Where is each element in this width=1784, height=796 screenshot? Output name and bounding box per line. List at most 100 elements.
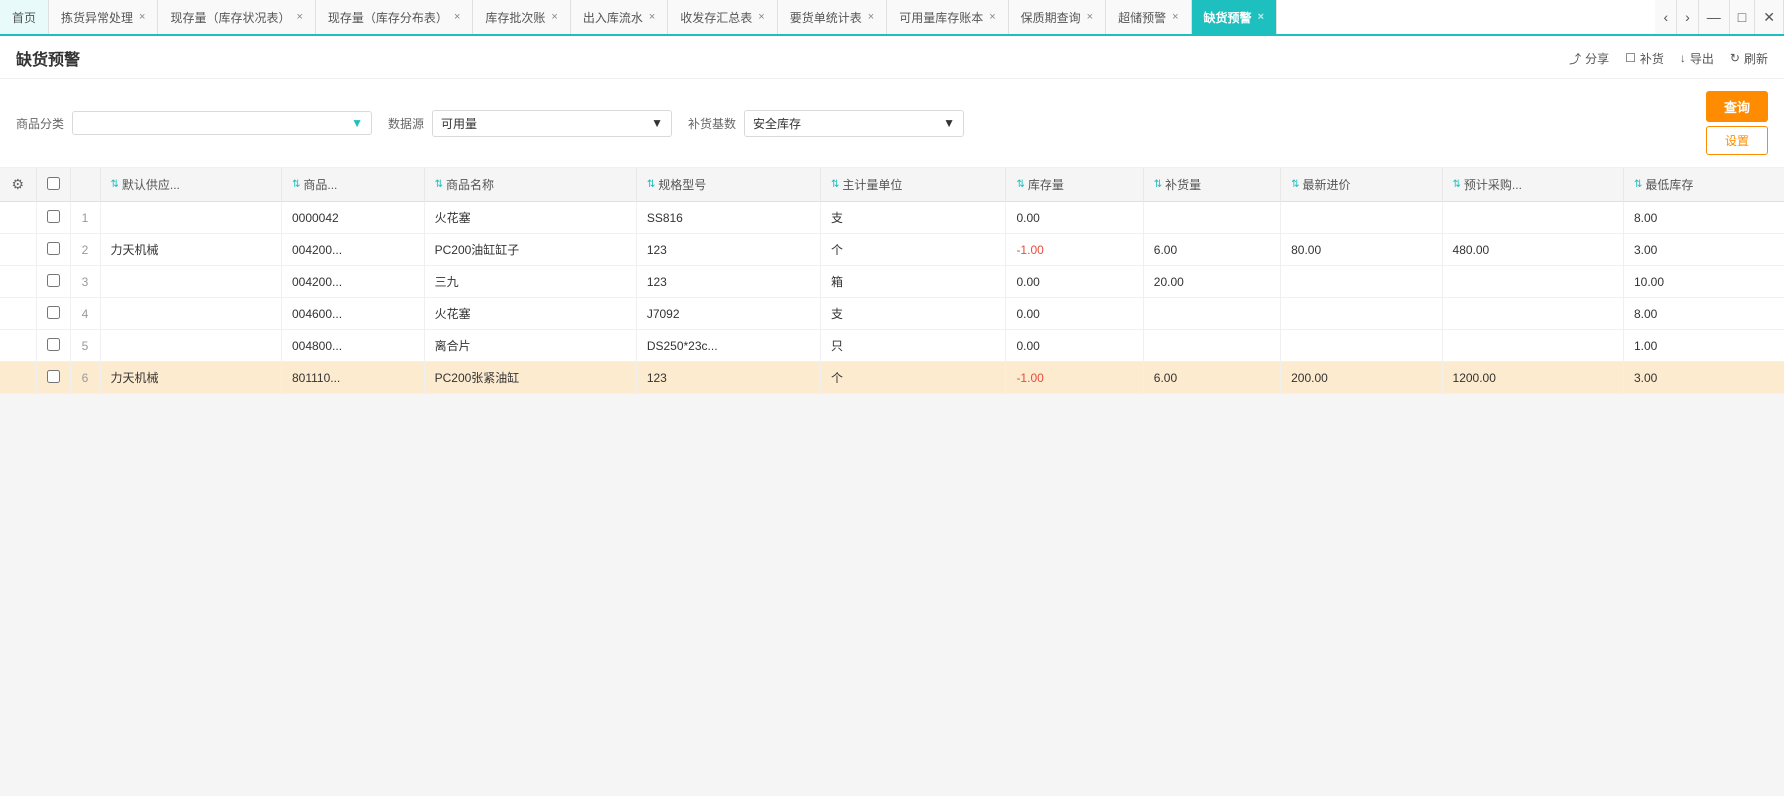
export-btn[interactable]: ↓ 导出	[1680, 50, 1714, 67]
row-product-name: 三九	[424, 266, 636, 298]
export-label: 导出	[1690, 50, 1714, 67]
row-default-supplier	[100, 202, 281, 234]
row-checkbox-cell[interactable]	[36, 298, 70, 330]
select-all-checkbox[interactable]	[47, 177, 60, 190]
tab-item-shortage[interactable]: 缺货预警×	[1192, 0, 1277, 34]
share-btn[interactable]: ⤴ 分享	[1569, 50, 1609, 67]
row-default-supplier	[100, 330, 281, 362]
settings-button[interactable]: 设置	[1706, 126, 1768, 155]
col-product-name[interactable]: ⇅ 商品名称	[424, 168, 636, 202]
tab-close-shortage[interactable]: ×	[1258, 11, 1264, 23]
datasource-select[interactable]: 可用量 ▼	[432, 110, 672, 137]
col-num	[70, 168, 100, 202]
row-est-purchase: 480.00	[1442, 234, 1623, 266]
tab-item-demand-stat[interactable]: 要货单统计表×	[778, 0, 887, 34]
category-arrow-icon: ▼	[351, 116, 363, 130]
refresh-btn[interactable]: ↻ 刷新	[1730, 50, 1768, 67]
row-checkbox[interactable]	[47, 242, 60, 255]
row-checkbox[interactable]	[47, 306, 60, 319]
row-product-name: PC200张紧油缸	[424, 362, 636, 394]
row-spec: 123	[636, 234, 820, 266]
row-gear-cell	[0, 234, 36, 266]
row-checkbox[interactable]	[47, 338, 60, 351]
row-latest-price: 200.00	[1281, 362, 1442, 394]
row-min-stock: 8.00	[1624, 298, 1784, 330]
col-default-supplier[interactable]: ⇅ 默认供应...	[100, 168, 281, 202]
minimize-btn[interactable]: —	[1699, 0, 1730, 34]
col-checkbox-all[interactable]	[36, 168, 70, 202]
sort-icon: ⇅	[831, 179, 839, 190]
tab-close-inout-flow[interactable]: ×	[649, 11, 655, 23]
row-checkbox-cell[interactable]	[36, 266, 70, 298]
row-unit: 只	[820, 330, 1006, 362]
col-stock-qty[interactable]: ⇅ 库存量	[1006, 168, 1143, 202]
replenish-base-value: 安全库存	[753, 115, 801, 132]
row-min-stock: 8.00	[1624, 202, 1784, 234]
row-unit: 个	[820, 234, 1006, 266]
tab-item-expiry-query[interactable]: 保质期查询×	[1009, 0, 1106, 34]
row-default-supplier: 力天机械	[100, 234, 281, 266]
row-checkbox[interactable]	[47, 370, 60, 383]
tab-item-receipt-summary[interactable]: 收发存汇总表×	[668, 0, 777, 34]
table-row: 6力天机械801110...PC200张紧油缸123个-1.006.00200.…	[0, 362, 1784, 394]
tab-close-abnormal[interactable]: ×	[139, 11, 145, 23]
tab-close-demand-stat[interactable]: ×	[868, 11, 874, 23]
page-content: 缺货预警 ⤴ 分享 ☐ 补货 ↓ 导出 ↻ 刷新 商品分类	[0, 36, 1784, 394]
tab-item-batch-account[interactable]: 库存批次账×	[473, 0, 570, 34]
row-spec: SS816	[636, 202, 820, 234]
tab-next-btn[interactable]: ›	[1677, 0, 1699, 34]
row-spec: DS250*23c...	[636, 330, 820, 362]
gear-icon[interactable]: ⚙	[11, 176, 24, 192]
row-unit: 支	[820, 298, 1006, 330]
row-est-purchase: 1200.00	[1442, 362, 1623, 394]
row-product-code: 004200...	[281, 266, 424, 298]
row-min-stock: 1.00	[1624, 330, 1784, 362]
col-replenish-qty[interactable]: ⇅ 补货量	[1143, 168, 1280, 202]
row-checkbox-cell[interactable]	[36, 202, 70, 234]
row-checkbox-cell[interactable]	[36, 330, 70, 362]
tab-close-inventory-status[interactable]: ×	[296, 11, 302, 23]
row-replenish-qty	[1143, 202, 1280, 234]
row-replenish-qty	[1143, 330, 1280, 362]
window-close-btn[interactable]: ✕	[1755, 0, 1784, 34]
col-latest-price[interactable]: ⇅ 最新进价	[1281, 168, 1442, 202]
col-product-code-label: 商品...	[303, 176, 337, 193]
tab-close-receipt-summary[interactable]: ×	[758, 11, 764, 23]
tab-item-home[interactable]: 首页	[0, 0, 49, 34]
row-checkbox-cell[interactable]	[36, 362, 70, 394]
category-select[interactable]: ▼	[72, 111, 372, 135]
row-est-purchase	[1442, 298, 1623, 330]
col-gear[interactable]: ⚙	[0, 168, 36, 202]
row-unit: 箱	[820, 266, 1006, 298]
col-min-stock[interactable]: ⇅ 最低库存	[1624, 168, 1784, 202]
col-product-code[interactable]: ⇅ 商品...	[281, 168, 424, 202]
row-stock-qty: -1.00	[1006, 362, 1143, 394]
tab-item-inventory-dist[interactable]: 现存量（库存分布表）×	[316, 0, 473, 34]
replenish-base-select[interactable]: 安全库存 ▼	[744, 110, 964, 137]
tab-item-inventory-status[interactable]: 现存量（库存状况表）×	[158, 0, 315, 34]
tab-item-overstock[interactable]: 超储预警×	[1106, 0, 1191, 34]
tab-close-expiry-query[interactable]: ×	[1087, 11, 1093, 23]
tab-close-overstock[interactable]: ×	[1172, 11, 1178, 23]
col-est-purchase[interactable]: ⇅ 预计采购...	[1442, 168, 1623, 202]
row-product-code: 004600...	[281, 298, 424, 330]
maximize-btn[interactable]: □	[1730, 0, 1755, 34]
tab-close-available-ledger[interactable]: ×	[989, 11, 995, 23]
tab-close-inventory-dist[interactable]: ×	[454, 11, 460, 23]
tab-prev-btn[interactable]: ‹	[1655, 0, 1677, 34]
row-checkbox[interactable]	[47, 274, 60, 287]
col-spec[interactable]: ⇅ 规格型号	[636, 168, 820, 202]
query-button[interactable]: 查询	[1706, 91, 1768, 122]
row-checkbox[interactable]	[47, 210, 60, 223]
row-checkbox-cell[interactable]	[36, 234, 70, 266]
row-product-code: 0000042	[281, 202, 424, 234]
row-number: 2	[70, 234, 100, 266]
replenish-btn[interactable]: ☐ 补货	[1625, 50, 1664, 67]
tab-item-available-ledger[interactable]: 可用量库存账本×	[887, 0, 1008, 34]
tab-item-abnormal[interactable]: 拣货异常处理×	[49, 0, 158, 34]
tab-item-inout-flow[interactable]: 出入库流水×	[571, 0, 668, 34]
sort-icon: ⇅	[435, 179, 443, 190]
col-unit[interactable]: ⇅ 主计量单位	[820, 168, 1006, 202]
tab-close-batch-account[interactable]: ×	[551, 11, 557, 23]
sort-icon: ⇅	[1634, 179, 1642, 190]
